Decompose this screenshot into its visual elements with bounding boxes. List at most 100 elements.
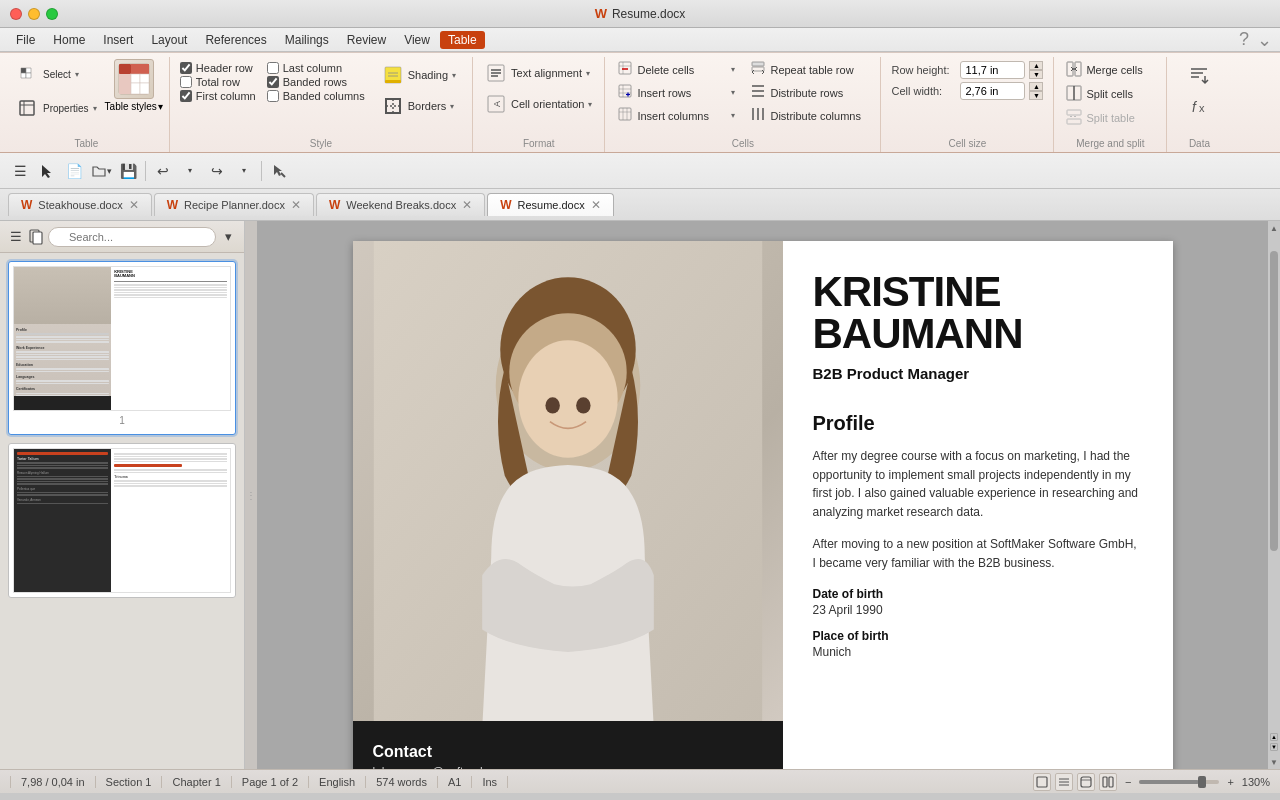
insert-rows-button[interactable]: Insert rows ▾	[611, 82, 741, 103]
table-styles-button[interactable]	[114, 59, 154, 99]
scroll-up-button[interactable]: ▲	[1268, 221, 1280, 235]
row-height-down[interactable]: ▼	[1029, 70, 1043, 79]
sidebar-page-1-thumb[interactable]: Profile Work Experience Educatio	[8, 261, 236, 435]
banded-columns-check[interactable]: Banded columns	[267, 90, 365, 102]
sidebar-search-input[interactable]	[48, 227, 216, 247]
header-row-check[interactable]: Header row	[180, 62, 256, 74]
select-button[interactable]: Select ▾	[10, 59, 102, 89]
table-styles-dropdown[interactable]: Table styles ▾	[105, 101, 163, 112]
distribute-rows-button[interactable]: Distribute rows	[744, 82, 874, 103]
menu-mailings[interactable]: Mailings	[277, 31, 337, 49]
split-cells-button[interactable]: Split cells	[1060, 83, 1160, 105]
view-split-button[interactable]	[1099, 773, 1117, 791]
minimize-ribbon-icon[interactable]: ⌄	[1257, 29, 1272, 51]
banded-columns-checkbox[interactable]	[267, 90, 279, 102]
tab-resume-close[interactable]: ✕	[591, 199, 601, 211]
total-row-checkbox[interactable]	[180, 76, 192, 88]
undo-button[interactable]: ↩	[151, 159, 175, 183]
zoom-minus-button[interactable]: −	[1121, 776, 1135, 788]
redo-button[interactable]: ↪	[205, 159, 229, 183]
sort-button[interactable]	[1179, 61, 1219, 89]
cursor2-button[interactable]	[267, 159, 291, 183]
header-row-checkbox[interactable]	[180, 62, 192, 74]
help-icon[interactable]: ?	[1239, 29, 1249, 50]
formula-button[interactable]: f x	[1179, 92, 1219, 120]
tab-recipe-close[interactable]: ✕	[291, 199, 301, 211]
properties-button[interactable]: Properties ▾	[10, 93, 102, 123]
scroll-down-button[interactable]: ▼	[1268, 755, 1280, 769]
cursor-button[interactable]	[35, 159, 59, 183]
shading-button[interactable]: Shading ▾	[376, 61, 462, 89]
row-height-row: Row height: ▲ ▼	[891, 61, 1043, 79]
repeat-table-row-button[interactable]: Repeat table row	[744, 59, 874, 80]
cell-width-up[interactable]: ▲	[1029, 82, 1043, 91]
menu-references[interactable]: References	[197, 31, 274, 49]
doc-area[interactable]: Contact k.baumann@softmaker.com KRISTINE…	[257, 221, 1268, 769]
sidebar-pages-button[interactable]	[28, 226, 44, 248]
sidebar-divider[interactable]: ⋮	[245, 221, 257, 769]
delete-cells-button[interactable]: Delete cells ▾	[611, 59, 741, 80]
insert-columns-button[interactable]: Insert columns ▾	[611, 105, 741, 126]
zoom-slider[interactable]	[1139, 780, 1219, 784]
row-height-input[interactable]	[960, 61, 1025, 79]
close-button[interactable]	[10, 8, 22, 20]
menu-insert[interactable]: Insert	[95, 31, 141, 49]
cell-width-down[interactable]: ▼	[1029, 91, 1043, 100]
distribute-columns-button[interactable]: Distribute columns	[744, 105, 874, 126]
tab-weekend[interactable]: W Weekend Breaks.docx ✕	[316, 193, 485, 216]
menu-view[interactable]: View	[396, 31, 438, 49]
menu-layout[interactable]: Layout	[143, 31, 195, 49]
cell-orientation-button[interactable]: A Cell orientation ▾	[479, 90, 598, 118]
tab-steakhouse-close[interactable]: ✕	[129, 199, 139, 211]
contact-bar: Contact k.baumann@softmaker.com	[353, 721, 783, 769]
cell-width-label: Cell width:	[891, 85, 956, 97]
sidebar-expand-button[interactable]: ▾	[220, 226, 236, 248]
menu-file[interactable]: File	[8, 31, 43, 49]
last-column-checkbox[interactable]	[267, 62, 279, 74]
sidebar-menu-button[interactable]: ☰	[8, 226, 24, 248]
contact-title: Contact	[373, 743, 763, 761]
last-column-check[interactable]: Last column	[267, 62, 365, 74]
borders-button[interactable]: Borders ▾	[376, 92, 462, 120]
cell-width-input[interactable]	[960, 82, 1025, 100]
menu-home[interactable]: Home	[45, 31, 93, 49]
view-normal-button[interactable]	[1033, 773, 1051, 791]
right-scrollbar[interactable]: ▲ ▲ ▼ ▼	[1268, 221, 1280, 769]
scroll-mini-up[interactable]: ▲	[1270, 733, 1278, 741]
total-row-check[interactable]: Total row	[180, 76, 256, 88]
open-button[interactable]: ▾	[89, 159, 113, 183]
first-column-checkbox[interactable]	[180, 90, 192, 102]
zoom-handle[interactable]	[1198, 776, 1206, 788]
svg-rect-47	[1075, 62, 1081, 76]
tab-weekend-close[interactable]: ✕	[462, 199, 472, 211]
tab-resume[interactable]: W Resume.docx ✕	[487, 193, 614, 216]
zoom-level[interactable]: 130%	[1242, 776, 1270, 788]
undo-dropdown-button[interactable]: ▾	[178, 159, 202, 183]
tab-steakhouse[interactable]: W Steakhouse.docx ✕	[8, 193, 152, 216]
style-group-label: Style	[176, 136, 466, 152]
minimize-button[interactable]	[28, 8, 40, 20]
banded-rows-check[interactable]: Banded rows	[267, 76, 365, 88]
save-button[interactable]: 💾	[116, 159, 140, 183]
scroll-mini-down[interactable]: ▼	[1270, 743, 1278, 751]
view-web-button[interactable]	[1077, 773, 1095, 791]
merge-cells-button[interactable]: Merge cells	[1060, 59, 1160, 81]
row-height-up[interactable]: ▲	[1029, 61, 1043, 70]
sidebar-page-2-thumb[interactable]: Tartar Talium Reason Alyming Hallum Poll…	[8, 443, 236, 598]
row-height-label: Row height:	[891, 64, 956, 76]
zoom-plus-button[interactable]: +	[1223, 776, 1237, 788]
menu-review[interactable]: Review	[339, 31, 394, 49]
redo-dropdown-button[interactable]: ▾	[232, 159, 256, 183]
menu-table[interactable]: Table	[440, 31, 485, 49]
tab-recipe[interactable]: W Recipe Planner.docx ✕	[154, 193, 314, 216]
text-alignment-button[interactable]: Text alignment ▾	[479, 59, 598, 87]
first-column-check[interactable]: First column	[180, 90, 256, 102]
view-outline-button[interactable]	[1055, 773, 1073, 791]
banded-rows-checkbox[interactable]	[267, 76, 279, 88]
scroll-thumb[interactable]	[1270, 251, 1278, 551]
tab-weekend-label: Weekend Breaks.docx	[346, 199, 456, 211]
new-doc-button[interactable]: 📄	[62, 159, 86, 183]
view-toggle-button[interactable]: ☰	[8, 159, 32, 183]
maximize-button[interactable]	[46, 8, 58, 20]
split-table-button[interactable]: Split table	[1060, 107, 1160, 129]
